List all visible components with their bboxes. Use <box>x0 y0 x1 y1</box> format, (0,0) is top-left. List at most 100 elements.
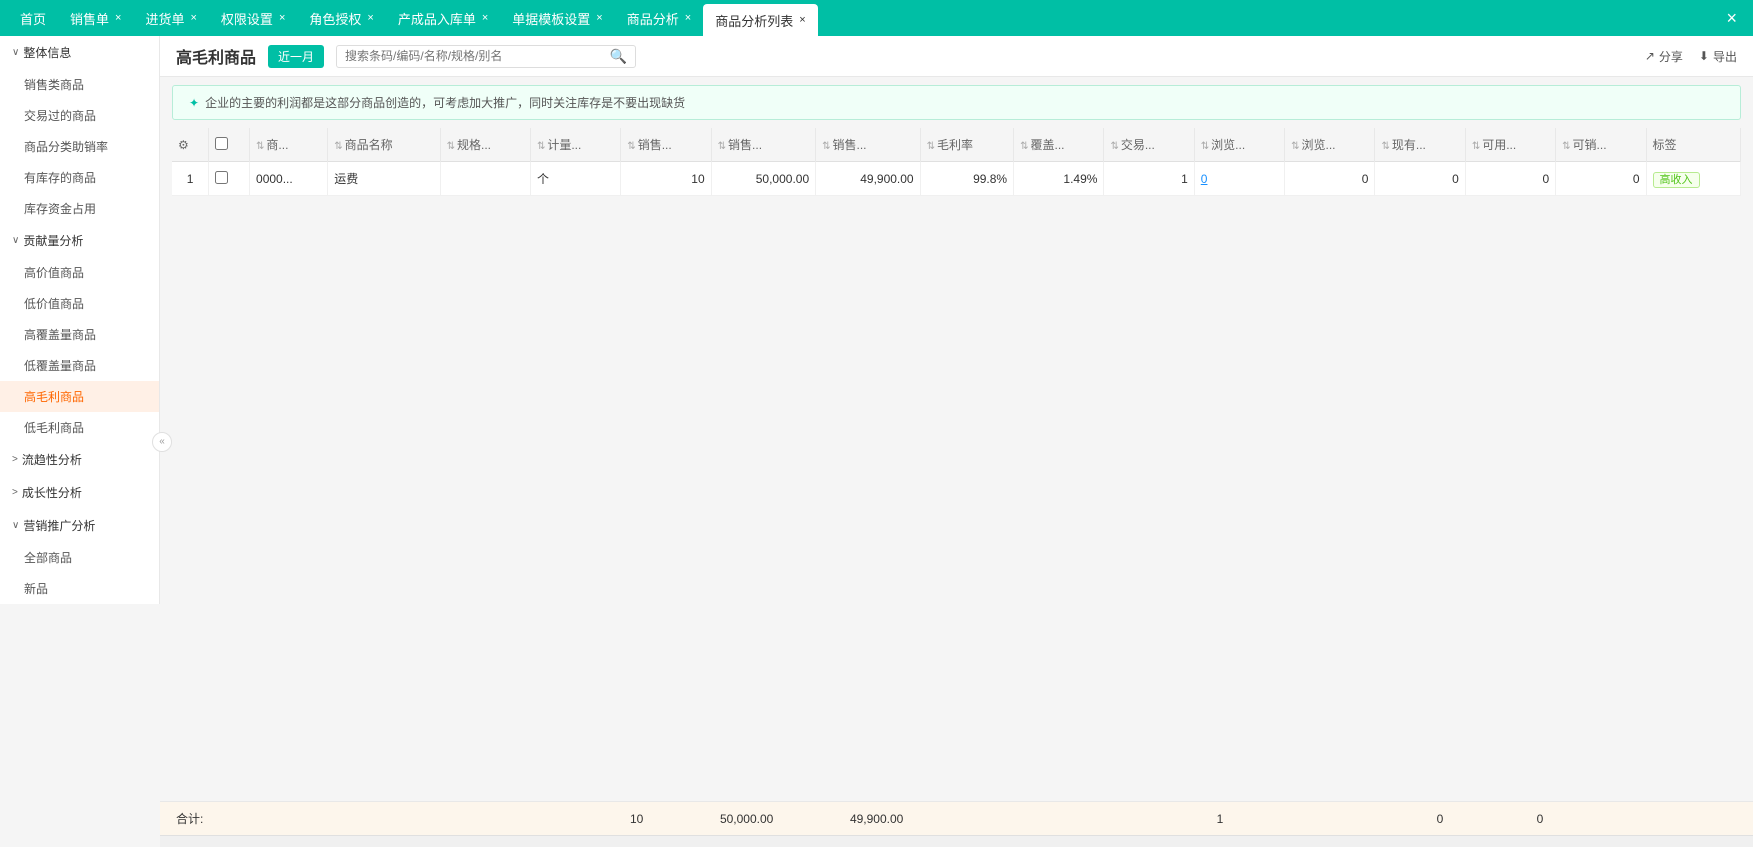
col-label: 商... <box>266 138 288 152</box>
tag-badge: 高收入 <box>1653 172 1700 188</box>
sidebar-item-商品分类助销率[interactable]: 商品分类助销率 <box>0 131 159 162</box>
cell-sales-qty: 10 <box>621 162 711 196</box>
table-row: 10000...运费个1050,000.0049,900.0099.8%1.49… <box>172 162 1741 196</box>
content-area: 高毛利商品 近一月 🔍 ↗ 分享 ⬇ 导出 ✦ 企业的主要的利润都是这部分商品创… <box>160 36 1753 847</box>
cell-browse1[interactable]: 0 <box>1194 162 1284 196</box>
page-title: 高毛利商品 <box>176 44 256 68</box>
sidebar-item-新品[interactable]: 新品 <box>0 573 159 604</box>
col-sort-icon: ⇅ <box>822 141 830 152</box>
sidebar-item-全部商品[interactable]: 全部商品 <box>0 542 159 573</box>
col-label: 交易... <box>1121 138 1155 152</box>
col-label: 商品名称 <box>345 138 393 152</box>
settings-icon[interactable]: ⚙ <box>178 138 189 152</box>
sidebar-item-有库存的商品[interactable]: 有库存的商品 <box>0 162 159 193</box>
nav-item-角色授权[interactable]: 角色授权× <box>297 0 385 36</box>
cell-stock-current: 0 <box>1375 162 1465 196</box>
export-button[interactable]: ⬇ 导出 <box>1699 48 1737 65</box>
select-all-checkbox[interactable] <box>215 137 228 150</box>
col-sort-icon: ⇅ <box>927 141 935 152</box>
col-header-14[interactable]: ⇅现有... <box>1375 128 1465 162</box>
horizontal-scrollbar[interactable] <box>160 835 1753 847</box>
row-checkbox[interactable] <box>215 171 228 184</box>
col-header-8[interactable]: ⇅销售... <box>816 128 920 162</box>
col-label: 可销... <box>1573 138 1607 152</box>
sidebar-group-整体信息[interactable]: ∨整体信息 <box>0 36 159 69</box>
col-header-7[interactable]: ⇅销售... <box>711 128 815 162</box>
sidebar-group-成长性分析[interactable]: >成长性分析 <box>0 476 159 509</box>
col-header-2[interactable]: ⇅商... <box>250 128 328 162</box>
cell-stock-available: 0 <box>1465 162 1555 196</box>
app-close-button[interactable]: × <box>1718 8 1745 29</box>
sidebar-item-低毛利商品[interactable]: 低毛利商品 <box>0 412 159 443</box>
nav-item-商品分析列表[interactable]: 商品分析列表× <box>703 4 817 36</box>
col-header-5[interactable]: ⇅计量... <box>530 128 620 162</box>
col-header-9[interactable]: ⇅毛利率 <box>920 128 1013 162</box>
nav-close-产成品入库单[interactable]: × <box>482 12 488 24</box>
footer-label: 合计: <box>176 810 203 827</box>
nav-close-单据模板设置[interactable]: × <box>596 12 602 24</box>
col-header-6[interactable]: ⇅销售... <box>621 128 711 162</box>
col-header-3[interactable]: ⇅商品名称 <box>328 128 440 162</box>
nav-item-产成品入库单[interactable]: 产成品入库单× <box>386 0 500 36</box>
col-header-13[interactable]: ⇅浏览... <box>1285 128 1375 162</box>
nav-close-销售单[interactable]: × <box>115 12 121 24</box>
col-sort-icon: ⇅ <box>334 141 342 152</box>
cell-stock-sellable: 0 <box>1556 162 1646 196</box>
top-navigation: 首页销售单×进货单×权限设置×角色授权×产成品入库单×单据模板设置×商品分析×商… <box>0 0 1753 36</box>
sidebar-item-高覆盖量商品[interactable]: 高覆盖量商品 <box>0 319 159 350</box>
nav-close-角色授权[interactable]: × <box>367 12 373 24</box>
nav-close-权限设置[interactable]: × <box>279 12 285 24</box>
col-header-4[interactable]: ⇅规格... <box>440 128 530 162</box>
col-header-15[interactable]: ⇅可用... <box>1465 128 1555 162</box>
nav-item-首页[interactable]: 首页 <box>8 0 58 36</box>
cell-code: 0000... <box>250 162 328 196</box>
col-sort-icon: ⇅ <box>1110 141 1118 152</box>
sidebar-item-交易过的商品[interactable]: 交易过的商品 <box>0 100 159 131</box>
col-header-11[interactable]: ⇅交易... <box>1104 128 1194 162</box>
arrow-icon: ∨ <box>12 520 19 531</box>
sidebar-group-营销推广分析[interactable]: ∨营销推广分析 <box>0 509 159 542</box>
col-label: 现有... <box>1392 138 1426 152</box>
search-icon[interactable]: 🔍 <box>610 48 627 65</box>
sidebar-group-label: 贡献量分析 <box>23 232 83 249</box>
nav-item-权限设置[interactable]: 权限设置× <box>209 0 297 36</box>
col-sort-icon: ⇅ <box>537 141 545 152</box>
nav-item-销售单[interactable]: 销售单× <box>58 0 133 36</box>
cell-tag[interactable]: 高收入 <box>1646 162 1741 196</box>
sidebar-item-低价值商品[interactable]: 低价值商品 <box>0 288 159 319</box>
cell-checkbox[interactable] <box>209 162 250 196</box>
sidebar-item-低覆盖量商品[interactable]: 低覆盖量商品 <box>0 350 159 381</box>
sidebar-collapse-button[interactable]: « <box>152 432 172 452</box>
footer-sales-profit: 49,900.00 <box>813 812 903 826</box>
col-header-10[interactable]: ⇅覆盖... <box>1014 128 1104 162</box>
tip-banner: ✦ 企业的主要的利润都是这部分商品创造的，可考虑加大推广，同时关注库存是不要出现… <box>172 85 1741 120</box>
recent-month-button[interactable]: 近一月 <box>268 45 324 68</box>
search-input[interactable] <box>345 49 606 63</box>
footer-stock-current: 0 <box>1403 812 1443 826</box>
browse-link[interactable]: 0 <box>1201 172 1208 186</box>
col-label: 可用... <box>1482 138 1516 152</box>
nav-close-商品分析列表[interactable]: × <box>799 14 805 26</box>
header-actions: ↗ 分享 ⬇ 导出 <box>1645 48 1737 65</box>
sidebar-group-label: 整体信息 <box>23 44 71 61</box>
nav-item-单据模板设置[interactable]: 单据模板设置× <box>500 0 614 36</box>
nav-close-进货单[interactable]: × <box>190 12 196 24</box>
nav-close-商品分析[interactable]: × <box>685 12 691 24</box>
share-button[interactable]: ↗ 分享 <box>1645 48 1683 65</box>
nav-item-商品分析[interactable]: 商品分析× <box>615 0 703 36</box>
col-label: 浏览... <box>1211 138 1245 152</box>
sidebar-group-贡献量分析[interactable]: ∨贡献量分析 <box>0 224 159 257</box>
sidebar-item-销售类商品[interactable]: 销售类商品 <box>0 69 159 100</box>
col-sort-icon: ⇅ <box>718 141 726 152</box>
sidebar-item-库存资金占用[interactable]: 库存资金占用 <box>0 193 159 224</box>
col-header-16[interactable]: ⇅可销... <box>1556 128 1646 162</box>
sidebar-group-流趋性分析[interactable]: >流趋性分析 <box>0 443 159 476</box>
content-header: 高毛利商品 近一月 🔍 ↗ 分享 ⬇ 导出 <box>160 36 1753 77</box>
nav-item-进货单[interactable]: 进货单× <box>133 0 208 36</box>
cell-seq: 1 <box>172 162 209 196</box>
sidebar-item-高毛利商品[interactable]: 高毛利商品 <box>0 381 159 412</box>
col-header-12[interactable]: ⇅浏览... <box>1194 128 1284 162</box>
cell-name: 运费 <box>328 162 440 196</box>
sidebar-item-高价值商品[interactable]: 高价值商品 <box>0 257 159 288</box>
cell-spec <box>440 162 530 196</box>
